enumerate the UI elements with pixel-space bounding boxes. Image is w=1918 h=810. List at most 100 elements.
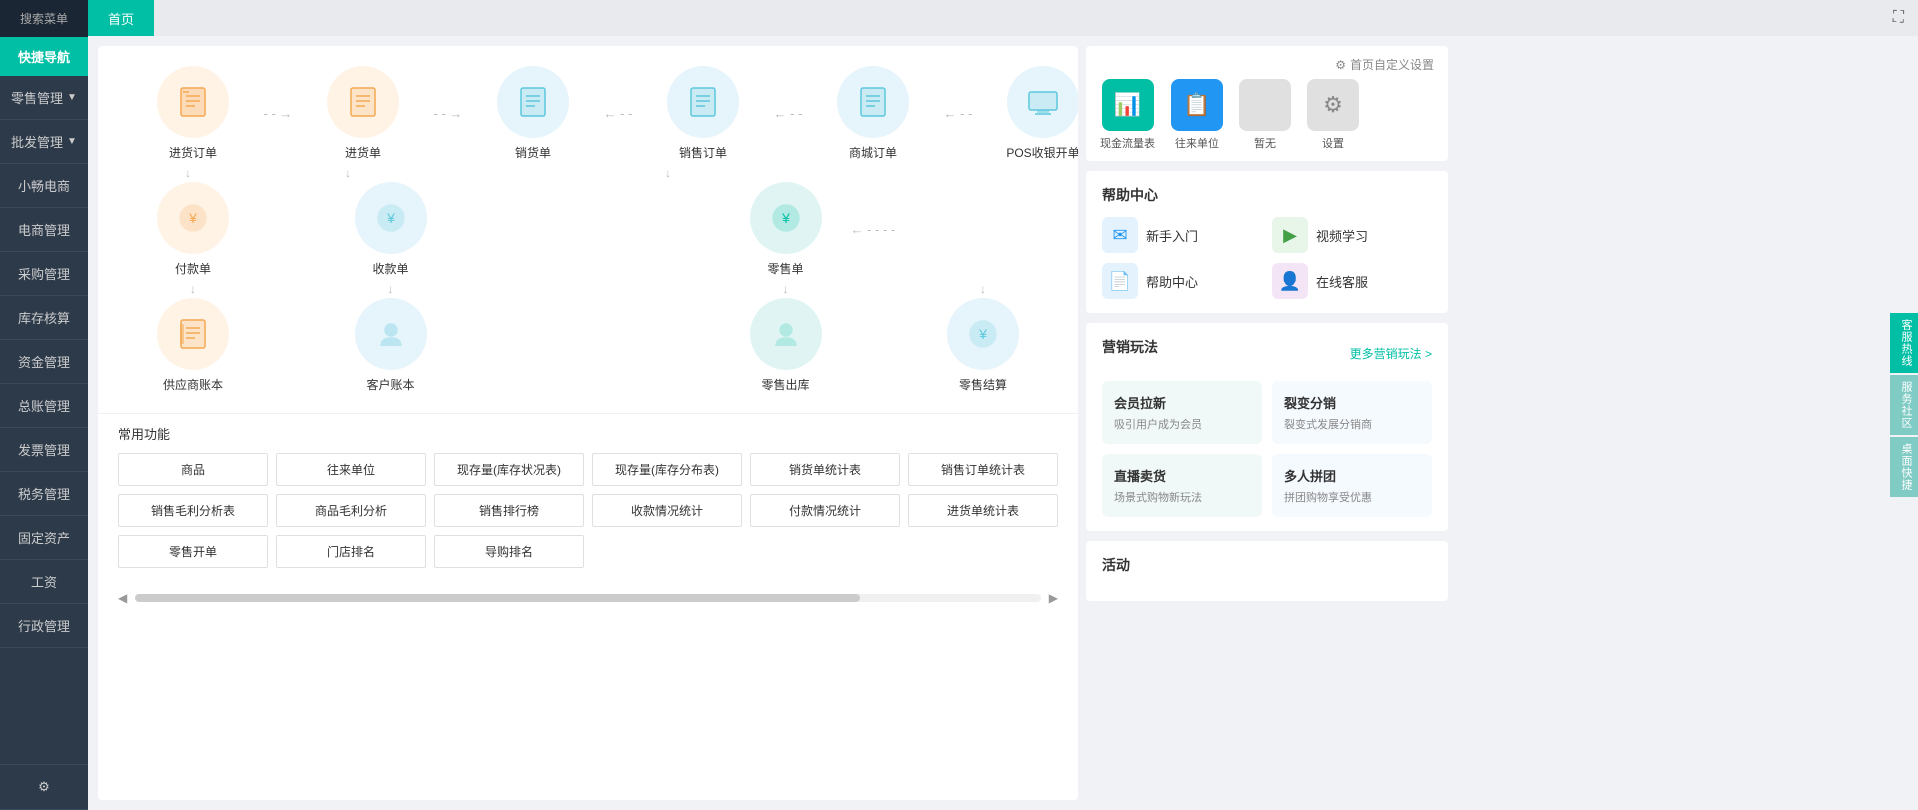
sidebar-item-salary[interactable]: 工资 (0, 560, 88, 604)
activity-section: 活动 (1086, 541, 1448, 601)
video-icon: ▶ (1272, 217, 1308, 253)
wf-retail-out[interactable]: 零售出库 (721, 298, 851, 393)
help-label: 帮助中心 (1146, 272, 1198, 291)
arrow-left2: ← - - (768, 106, 808, 121)
common-functions-title: 常用功能 (118, 424, 1058, 443)
func-sales-rank[interactable]: 销售排行榜 (434, 494, 584, 527)
wf-label: 零售结算 (959, 376, 1007, 393)
sales-bill-icon (497, 66, 569, 138)
func-sales-stats[interactable]: 销货单统计表 (750, 453, 900, 486)
wf-purchase-bill[interactable]: 进货单 (298, 66, 428, 161)
qi-partners[interactable]: 📋 往来单位 (1171, 79, 1223, 151)
qi-settings[interactable]: ⚙ 设置 (1307, 79, 1359, 151)
homepage-settings[interactable]: ⚙ 首页自定义设置 (1100, 56, 1434, 73)
svg-text:¥: ¥ (781, 210, 790, 226)
mkt-item-desc: 裂变式发展分销商 (1284, 416, 1420, 432)
help-doc-icon: 📄 (1102, 263, 1138, 299)
qi-label: 设置 (1322, 135, 1344, 151)
sidebar-item-purchase[interactable]: 采购管理 (0, 252, 88, 296)
scrollbar-track[interactable] (135, 594, 1041, 602)
sidebar-item-asset[interactable]: 固定资产 (0, 516, 88, 560)
shop-order-icon (837, 66, 909, 138)
help-center-section: 帮助中心 ✉ 新手入门 ▶ 视频学习 📄 帮助中心 👤 (1086, 171, 1448, 313)
marketing-title: 营销玩法 (1102, 337, 1158, 357)
wf-sales-order[interactable]: 销售订单 (638, 66, 768, 161)
fullscreen-button[interactable]: ⛶ (1889, 5, 1908, 31)
sidebar-item-finance[interactable]: 资金管理 (0, 340, 88, 384)
receipt-icon: ¥ (355, 182, 427, 254)
func-sales-margin[interactable]: 销售毛利分析表 (118, 494, 268, 527)
workflow-row3: 供应商账本 客户账本 (128, 298, 1048, 393)
func-payment-stats[interactable]: 付款情况统计 (750, 494, 900, 527)
func-goods[interactable]: 商品 (118, 453, 268, 486)
func-store-rank[interactable]: 门店排名 (276, 535, 426, 568)
workflow-row2: ¥ 付款单 ¥ 收款单 (128, 182, 1048, 277)
mkt-item-desc: 吸引用户成为会员 (1114, 416, 1250, 432)
wf-retail-settle[interactable]: ¥ 零售结算 (918, 298, 1048, 393)
mkt-group[interactable]: 多人拼团 拼团购物享受优惠 (1272, 454, 1432, 517)
func-stock-status[interactable]: 现存量(库存状况表) (434, 453, 584, 486)
mkt-live[interactable]: 直播卖货 场景式购物新玩法 (1102, 454, 1262, 517)
down-arrow-1: ↓ (128, 166, 248, 180)
wf-supplier-ledger[interactable]: 供应商账本 (128, 298, 258, 393)
svg-text:¥: ¥ (978, 326, 987, 342)
scroll-left-arrow[interactable]: ◀ (118, 591, 127, 605)
sidebar-item-tax[interactable]: 税务管理 (0, 472, 88, 516)
search-menu[interactable]: 搜索菜单 (0, 0, 88, 37)
func-purchase-stats[interactable]: 进货单统计表 (908, 494, 1058, 527)
sidebar-item-ecom-mgmt[interactable]: 电商管理 (0, 208, 88, 252)
func-goods-margin[interactable]: 商品毛利分析 (276, 494, 426, 527)
qi-empty[interactable]: 暂无 (1239, 79, 1291, 151)
sidebar-item-admin[interactable]: 行政管理 (0, 604, 88, 648)
func-receipt-stats[interactable]: 收款情况统计 (592, 494, 742, 527)
wf-label: 零售单 (767, 260, 803, 277)
func-guide-rank[interactable]: 导购排名 (434, 535, 584, 568)
purchase-order-icon (157, 66, 229, 138)
help-online-service[interactable]: 👤 在线客服 (1272, 263, 1432, 299)
sidebar-item-retail[interactable]: 零售管理 ▼ (0, 76, 88, 120)
sidebar-item-ledger[interactable]: 总账管理 (0, 384, 88, 428)
wf-purchase-order[interactable]: 进货订单 (128, 66, 258, 161)
arrow-from-pos: ← - - - - (851, 222, 919, 237)
mkt-fission[interactable]: 裂变分销 裂变式发展分销商 (1272, 381, 1432, 444)
float-community-btn[interactable]: 服务社区 (1890, 375, 1918, 435)
content-area: 进货订单 - - → 进货单 - - → 销货单 (88, 36, 1918, 810)
wf-retail[interactable]: ¥ 零售单 (721, 182, 851, 277)
more-marketing-link[interactable]: 更多营销玩法 > (1350, 345, 1432, 362)
func-sales-order-stats[interactable]: 销售订单统计表 (908, 453, 1058, 486)
mkt-member[interactable]: 会员拉新 吸引用户成为会员 (1102, 381, 1262, 444)
float-desktop-btn[interactable]: 桌面快捷 (1890, 437, 1918, 497)
sidebar-item-wholesale[interactable]: 批发管理 ▼ (0, 120, 88, 164)
scroll-right-arrow[interactable]: ▶ (1049, 591, 1058, 605)
payment-icon: ¥ (157, 182, 229, 254)
help-center-item[interactable]: 📄 帮助中心 (1102, 263, 1262, 299)
mkt-item-title: 会员拉新 (1114, 393, 1250, 412)
wf-sales-bill[interactable]: 销货单 (468, 66, 598, 161)
wf-label: 进货单 (345, 144, 381, 161)
wf-shop-order[interactable]: 商城订单 (808, 66, 938, 161)
func-retail-order[interactable]: 零售开单 (118, 535, 268, 568)
float-service-btn[interactable]: 客服热线 (1890, 313, 1918, 373)
wf-receipt[interactable]: ¥ 收款单 (326, 182, 456, 277)
down-arrow-recv: ↓ (326, 282, 456, 296)
help-beginner[interactable]: ✉ 新手入门 (1102, 217, 1262, 253)
quick-nav[interactable]: 快捷导航 (0, 37, 88, 76)
func-stock-dist[interactable]: 现存量(库存分布表) (592, 453, 742, 486)
wf-label: 供应商账本 (163, 376, 223, 393)
help-video[interactable]: ▶ 视频学习 (1272, 217, 1432, 253)
wf-label: 销售订单 (679, 144, 727, 161)
settings-button[interactable]: ⚙ (0, 764, 88, 810)
func-partners[interactable]: 往来单位 (276, 453, 426, 486)
wf-pos[interactable]: POS收银开单 (978, 66, 1078, 161)
customer-ledger-icon (355, 298, 427, 370)
help-grid: ✉ 新手入门 ▶ 视频学习 📄 帮助中心 👤 在线客服 (1102, 217, 1432, 299)
wf-customer-ledger[interactable]: 客户账本 (326, 298, 456, 393)
qi-cashflow[interactable]: 📊 现金流量表 (1100, 79, 1155, 151)
tab-home[interactable]: 首页 (88, 0, 154, 36)
sidebar-item-inventory[interactable]: 库存核算 (0, 296, 88, 340)
wf-payment[interactable]: ¥ 付款单 (128, 182, 258, 277)
mkt-item-desc: 拼团购物享受优惠 (1284, 489, 1420, 505)
sidebar-item-ecommerce[interactable]: 小畅电商 (0, 164, 88, 208)
sidebar-item-invoice[interactable]: 发票管理 (0, 428, 88, 472)
workflow-row1: 进货订单 - - → 进货单 - - → 销货单 (128, 66, 1048, 161)
